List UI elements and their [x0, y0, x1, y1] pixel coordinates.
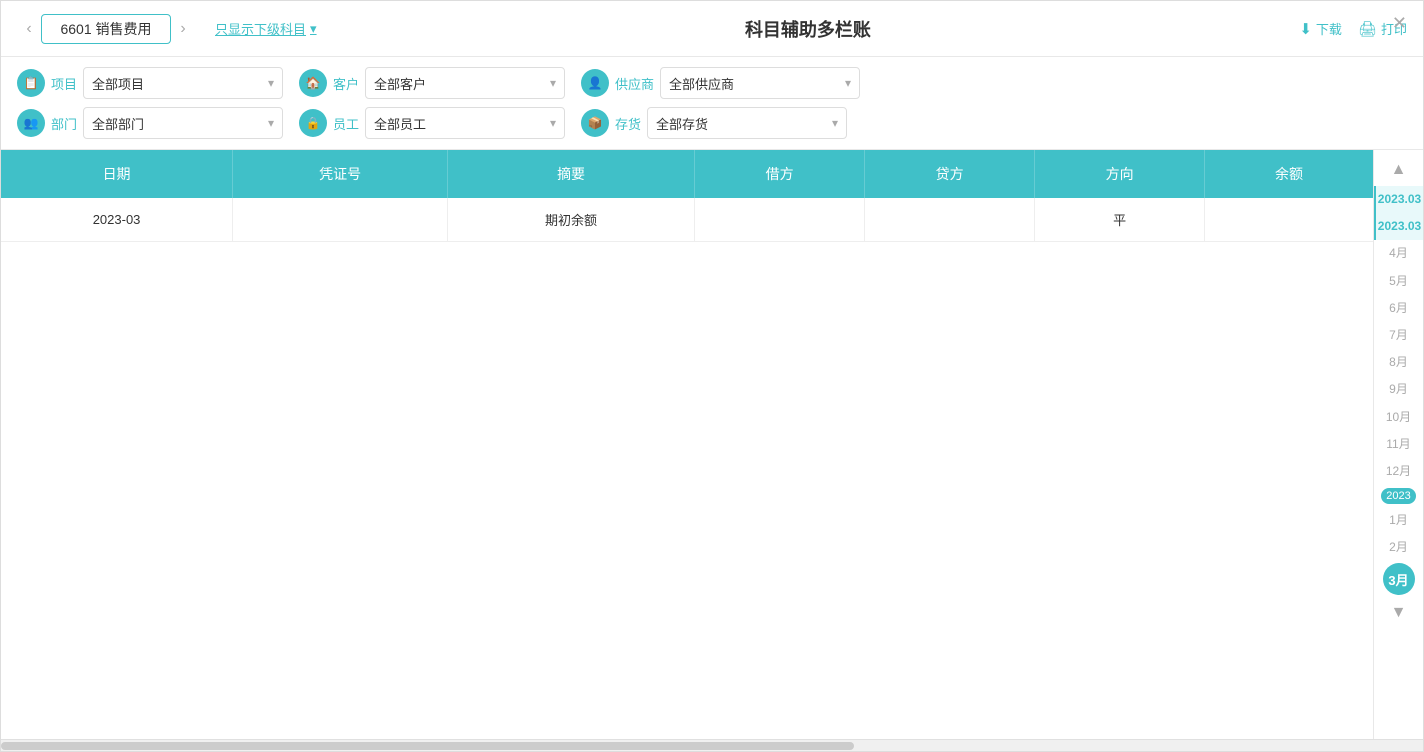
chevron-down-icon: ▼	[1391, 604, 1407, 622]
close-button[interactable]: ✕	[1392, 13, 1407, 34]
timeline-item-2023-03-a[interactable]: 2023.03	[1374, 186, 1423, 213]
data-table: 日期 凭证号 摘要 借方 贷方 方向 余额 2023-03 期初余额	[1, 150, 1373, 242]
col-summary: 摘要	[448, 150, 695, 198]
supplier-arrow: ▾	[845, 76, 851, 90]
timeline-item-3-active[interactable]: 3月	[1383, 563, 1415, 595]
timeline-item-8[interactable]: 8月	[1374, 349, 1423, 376]
download-icon: ⬇	[1299, 20, 1312, 38]
cell-credit	[865, 198, 1035, 242]
timeline-down-btn[interactable]: ▼	[1383, 597, 1415, 629]
department-icon: 👥	[17, 109, 45, 137]
timeline-item-11[interactable]: 11月	[1374, 431, 1423, 458]
show-sub-button[interactable]: 只显示下级科目 ▾	[215, 19, 317, 38]
account-code: 6601 销售费用	[41, 14, 171, 44]
cell-balance	[1205, 198, 1373, 242]
year-label-2023: 2023	[1381, 488, 1415, 504]
cell-date: 2023-03	[1, 198, 233, 242]
employee-filter: 🔒 员工 全部员工 ▾	[299, 107, 565, 139]
table-area: 日期 凭证号 摘要 借方 贷方 方向 余额 2023-03 期初余额	[1, 150, 1373, 739]
chevron-up-icon: ▲	[1391, 161, 1407, 179]
cell-voucher	[233, 198, 448, 242]
cell-direction: 平	[1035, 198, 1205, 242]
prev-account-btn[interactable]: ‹	[17, 17, 41, 41]
col-direction: 方向	[1035, 150, 1205, 198]
timeline-item-10[interactable]: 10月	[1374, 404, 1423, 431]
cell-debit	[695, 198, 865, 242]
scrollbar-thumb[interactable]	[1, 742, 854, 750]
project-filter: 📋 项目 全部项目 ▾	[17, 67, 283, 99]
col-voucher: 凭证号	[233, 150, 448, 198]
customer-filter: 🏠 客户 全部客户 ▾	[299, 67, 565, 99]
download-button[interactable]: ⬇ 下载	[1299, 19, 1342, 38]
timeline-item-5[interactable]: 5月	[1374, 268, 1423, 295]
main-window: ‹ 6601 销售费用 › 只显示下级科目 ▾ 科目辅助多栏账 ⬇ 下载 🖨 打…	[0, 0, 1424, 752]
cell-summary: 期初余额	[448, 198, 695, 242]
timeline-item-2023-03-b[interactable]: 2023.03	[1374, 213, 1423, 240]
col-debit: 借方	[695, 150, 865, 198]
timeline-item-7[interactable]: 7月	[1374, 322, 1423, 349]
inventory-select[interactable]: 全部存货 ▾	[647, 107, 847, 139]
employee-label: 员工	[333, 114, 359, 133]
col-balance: 余额	[1205, 150, 1373, 198]
next-account-btn[interactable]: ›	[171, 17, 195, 41]
timeline-item-1[interactable]: 1月	[1374, 507, 1423, 534]
timeline-item-12[interactable]: 12月	[1374, 458, 1423, 485]
project-label: 项目	[51, 74, 77, 93]
department-arrow: ▾	[268, 116, 274, 130]
employee-icon: 🔒	[299, 109, 327, 137]
supplier-select[interactable]: 全部供应商 ▾	[660, 67, 860, 99]
project-icon: 📋	[17, 69, 45, 97]
customer-arrow: ▾	[550, 76, 556, 90]
table-header-row: 日期 凭证号 摘要 借方 贷方 方向 余额	[1, 150, 1373, 198]
table-row: 2023-03 期初余额 平	[1, 198, 1373, 242]
timeline-up-btn[interactable]: ▲	[1383, 154, 1415, 186]
project-select[interactable]: 全部项目 ▾	[83, 67, 283, 99]
customer-select[interactable]: 全部客户 ▾	[365, 67, 565, 99]
department-filter: 👥 部门 全部部门 ▾	[17, 107, 283, 139]
customer-icon: 🏠	[299, 69, 327, 97]
timeline-item-4[interactable]: 4月	[1374, 240, 1423, 267]
supplier-icon: 👤	[581, 69, 609, 97]
timeline-item-6[interactable]: 6月	[1374, 295, 1423, 322]
inventory-arrow: ▾	[832, 116, 838, 130]
main-content: 日期 凭证号 摘要 借方 贷方 方向 余额 2023-03 期初余额	[1, 150, 1423, 739]
timeline-item-9[interactable]: 9月	[1374, 376, 1423, 403]
customer-label: 客户	[333, 74, 359, 93]
timeline-sidebar: ▲ 2023.03 2023.03 4月 5月 6月 7月 8月 9月 10月 …	[1373, 150, 1423, 739]
col-date: 日期	[1, 150, 233, 198]
col-credit: 贷方	[865, 150, 1035, 198]
page-title: 科目辅助多栏账	[317, 16, 1300, 42]
title-bar: ‹ 6601 销售费用 › 只显示下级科目 ▾ 科目辅助多栏账 ⬇ 下载 🖨 打…	[1, 1, 1423, 57]
filter-row-2: 👥 部门 全部部门 ▾ 🔒 员工 全部员工 ▾ 📦 存货 全部存货	[17, 107, 1407, 139]
timeline-item-2[interactable]: 2月	[1374, 534, 1423, 561]
project-arrow: ▾	[268, 76, 274, 90]
employee-select[interactable]: 全部员工 ▾	[365, 107, 565, 139]
filter-row-1: 📋 项目 全部项目 ▾ 🏠 客户 全部客户 ▾ 👤 供应商 全部供应	[17, 67, 1407, 99]
department-select[interactable]: 全部部门 ▾	[83, 107, 283, 139]
supplier-label: 供应商	[615, 74, 654, 93]
print-icon: 🖨	[1358, 20, 1377, 38]
bottom-scrollbar[interactable]	[1, 739, 1423, 751]
inventory-filter: 📦 存货 全部存货 ▾	[581, 107, 847, 139]
inventory-icon: 📦	[581, 109, 609, 137]
employee-arrow: ▾	[550, 116, 556, 130]
inventory-label: 存货	[615, 114, 641, 133]
supplier-filter: 👤 供应商 全部供应商 ▾	[581, 67, 860, 99]
department-label: 部门	[51, 114, 77, 133]
filter-bar: 📋 项目 全部项目 ▾ 🏠 客户 全部客户 ▾ 👤 供应商 全部供应	[1, 57, 1423, 150]
action-buttons: ⬇ 下载 🖨 打印	[1299, 19, 1407, 38]
